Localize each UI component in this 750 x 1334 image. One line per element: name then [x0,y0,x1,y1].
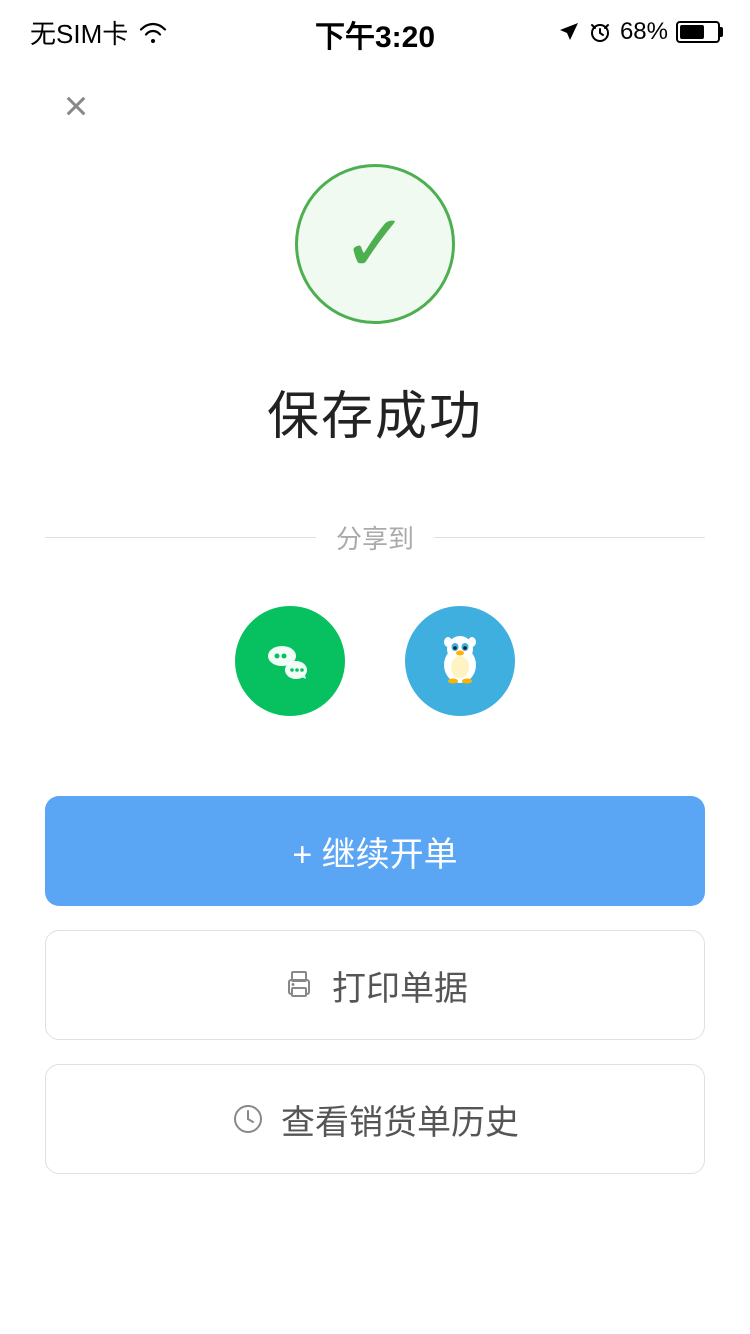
status-right: 68% [558,18,720,46]
continue-order-label: + 继续开单 [292,827,457,876]
continue-order-button[interactable]: + 继续开单 [45,796,705,906]
print-label: 打印单据 [332,961,468,1010]
close-icon: × [64,85,89,127]
wifi-icon [138,21,168,43]
divider-right [434,537,705,538]
history-icon [231,1102,265,1136]
qq-share-button[interactable] [405,606,515,716]
history-label: 查看销货单历史 [281,1095,519,1144]
battery-percent: 68% [620,18,668,46]
share-label: 分享到 [336,519,414,556]
action-buttons: + 继续开单 打印单据 查看销货单历史 [45,796,705,1174]
battery-icon [676,21,720,43]
status-left: 无SIM卡 [30,14,168,51]
print-button[interactable]: 打印单据 [45,930,705,1040]
carrier-text: 无SIM卡 [30,14,128,51]
checkmark-icon: ✓ [341,204,408,284]
status-bar: 无SIM卡 下午3:20 68% [0,0,750,64]
share-buttons [235,606,515,716]
share-divider: 分享到 [45,519,705,556]
print-icon [282,968,316,1002]
close-button[interactable]: × [48,78,104,134]
qq-icon [428,629,492,693]
success-circle: ✓ [295,164,455,324]
status-time: 下午3:20 [315,12,435,56]
wechat-icon [260,631,320,691]
location-icon [558,21,580,43]
divider-left [45,537,316,538]
main-content: ✓ 保存成功 分享到 [0,64,750,1174]
wechat-share-button[interactable] [235,606,345,716]
success-title: 保存成功 [267,374,483,449]
history-button[interactable]: 查看销货单历史 [45,1064,705,1174]
alarm-icon [588,20,612,44]
